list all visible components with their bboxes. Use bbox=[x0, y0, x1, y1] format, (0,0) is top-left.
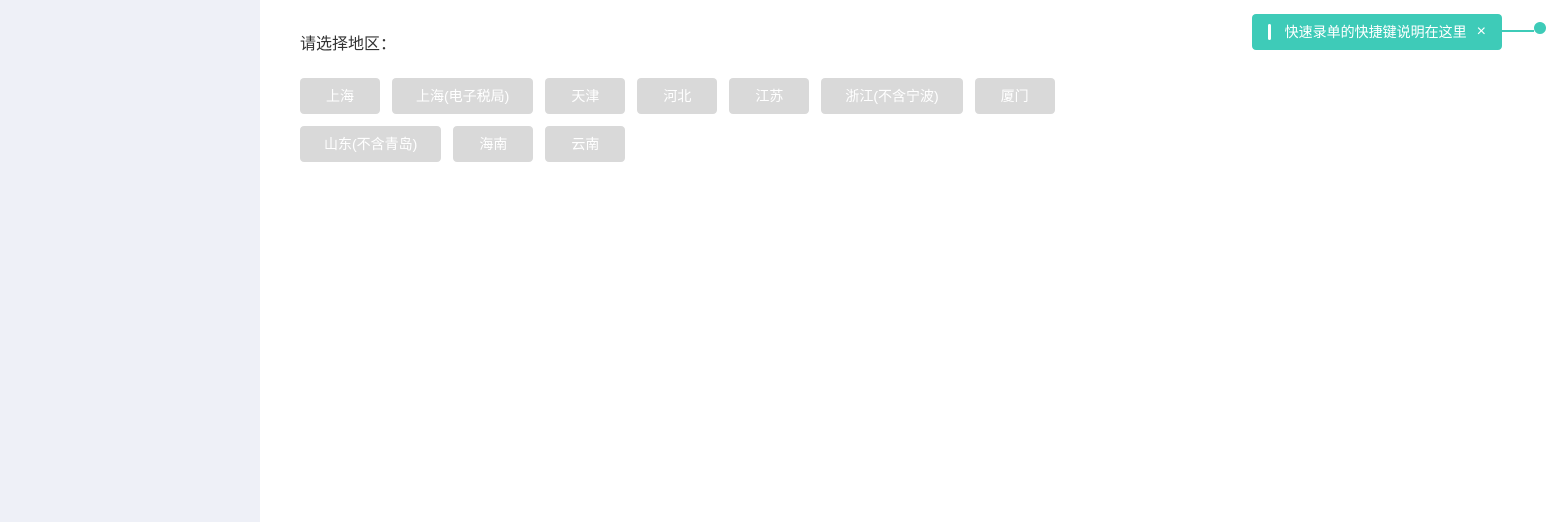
region-row-2: 山东(不含青岛) 海南云南 bbox=[300, 126, 1522, 162]
left-sidebar bbox=[0, 0, 260, 522]
tooltip-dot-indicator bbox=[1534, 22, 1546, 34]
region-button-tianjin[interactable]: 天津 bbox=[545, 78, 625, 114]
tooltip-connector-line bbox=[1502, 30, 1534, 32]
tooltip-text: 快速录单的快捷键说明在这里 bbox=[1285, 22, 1467, 42]
region-button-shanghai-e-tax[interactable]: 上海(电子税局) bbox=[392, 78, 533, 114]
region-button-zhejiang[interactable]: 浙江(不含宁波) bbox=[821, 78, 962, 114]
region-button-yunnan[interactable]: 云南 bbox=[545, 126, 625, 162]
region-button-shanghai[interactable]: 上海 bbox=[300, 78, 380, 114]
region-button-jiangsu[interactable]: 江苏 bbox=[729, 78, 809, 114]
tooltip-banner: 快速录单的快捷键说明在这里 × bbox=[1252, 14, 1502, 50]
region-button-shandong[interactable]: 山东(不含青岛) bbox=[300, 126, 441, 162]
region-row-1: 上海上海(电子税局) 天津河北江苏浙江(不含宁波) 厦门 bbox=[300, 78, 1522, 114]
region-button-hainan[interactable]: 海南 bbox=[453, 126, 533, 162]
main-content: 请选择地区： 上海上海(电子税局)天津河北江苏浙江(不含宁波)厦门 山东(不含青… bbox=[260, 0, 1562, 522]
region-button-xiamen[interactable]: 厦门 bbox=[975, 78, 1055, 114]
tooltip-close-button[interactable]: × bbox=[1477, 24, 1486, 40]
region-button-hebei[interactable]: 河北 bbox=[637, 78, 717, 114]
